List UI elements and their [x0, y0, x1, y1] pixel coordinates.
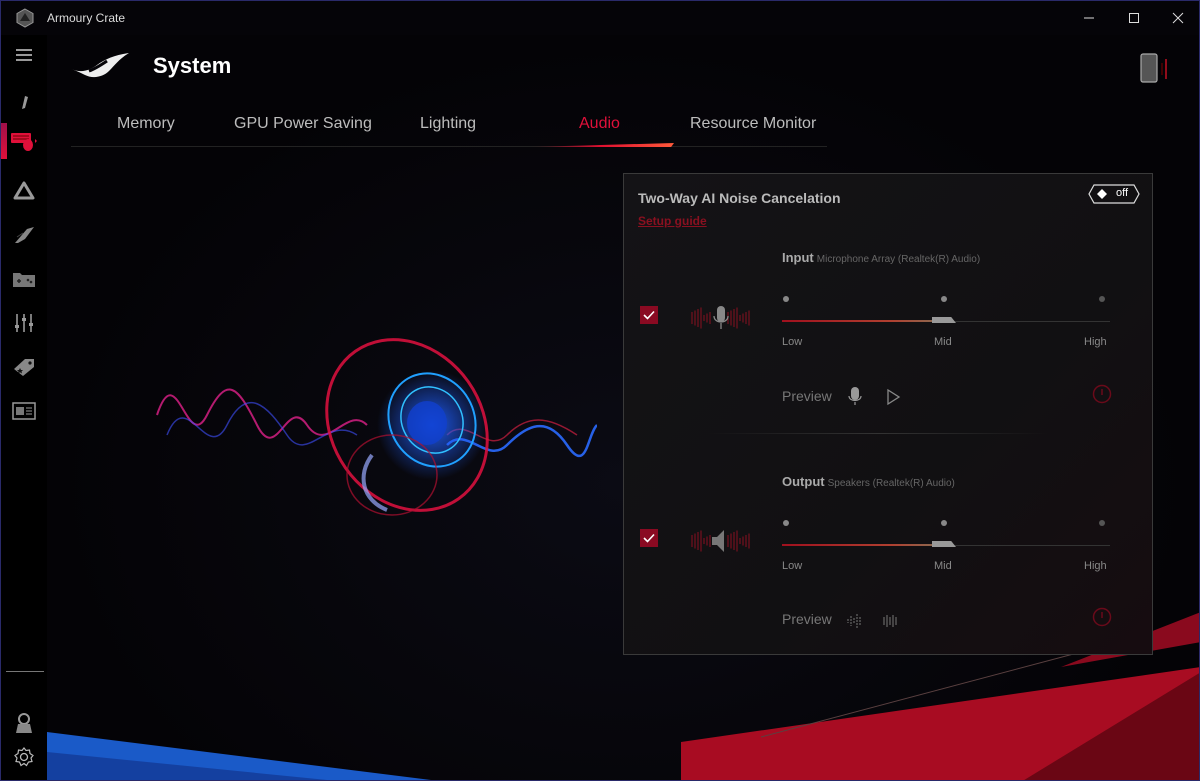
sidebar-menu-button[interactable]	[1, 37, 47, 73]
armoury-crate-window: Armoury Crate System Memory GPU Power Sa…	[0, 0, 1200, 781]
app-title: Armoury Crate	[47, 11, 126, 25]
input-label: Input	[782, 250, 814, 265]
tab-gpu-power-saving[interactable]: GPU Power Saving	[234, 115, 372, 133]
news-icon	[12, 402, 36, 420]
noise-sample-icon[interactable]	[846, 611, 864, 631]
page-title: System	[153, 53, 232, 78]
app-logo-icon	[16, 8, 34, 28]
level-dot-mid	[941, 296, 947, 302]
output-section-label: Output Speakers (Realtek(R) Audio)	[782, 474, 955, 489]
active-tab-indicator	[529, 143, 674, 147]
sliders-icon	[15, 314, 33, 332]
keyboard-icon	[11, 133, 37, 151]
gamepad-folder-icon	[13, 273, 35, 287]
sidebar-item-aura[interactable]	[1, 173, 47, 209]
aura-triangle-icon	[13, 181, 35, 200]
checkmark-icon	[643, 533, 655, 543]
output-level-slider[interactable]: Low Mid High	[782, 520, 1110, 590]
section-divider	[708, 433, 1048, 434]
slider-thumb[interactable]	[932, 541, 956, 547]
info-icon	[22, 90, 28, 109]
level-label-low: Low	[782, 336, 803, 348]
sidebar-item-deals[interactable]	[1, 349, 47, 385]
title-bar: Armoury Crate	[1, 1, 1199, 35]
tag-icon	[14, 359, 34, 376]
slider-fill	[782, 544, 938, 546]
level-dot-low	[783, 520, 789, 526]
user-icon	[16, 713, 32, 733]
sidebar-item-user[interactable]	[1, 705, 47, 741]
input-enable-checkbox[interactable]	[640, 306, 658, 324]
level-label-mid: Mid	[934, 560, 952, 572]
sidebar-item-game-library[interactable]	[1, 261, 47, 297]
tab-audio[interactable]: Audio	[579, 115, 620, 133]
speaker-wave-icon	[691, 530, 750, 552]
sidebar-item-scenario-profiles[interactable]	[1, 305, 47, 341]
level-label-high: High	[1084, 560, 1107, 572]
output-info-icon[interactable]	[1092, 607, 1112, 627]
slider-thumb[interactable]	[932, 317, 956, 323]
close-icon	[1172, 12, 1184, 24]
noise-cancelation-panel: Two-Way AI Noise Cancelation Setup guide…	[623, 173, 1153, 655]
close-button[interactable]	[1156, 1, 1199, 35]
panel-title: Two-Way AI Noise Cancelation	[638, 190, 841, 206]
phone-icon[interactable]	[1139, 53, 1173, 83]
background-blue-shape	[47, 732, 431, 780]
output-label: Output	[782, 474, 825, 489]
input-section-label: Input Microphone Array (Realtek(R) Audio)	[782, 250, 980, 265]
output-preview-label: Preview	[782, 611, 832, 627]
sidebar-item-system[interactable]	[1, 123, 47, 159]
level-dot-high	[1099, 520, 1105, 526]
main-content: System Memory GPU Power Saving Lighting …	[47, 35, 1199, 780]
tab-memory[interactable]: Memory	[117, 115, 175, 133]
hamburger-icon	[16, 49, 32, 61]
level-label-high: High	[1084, 336, 1107, 348]
play-icon[interactable]	[884, 387, 902, 407]
sidebar	[1, 35, 47, 780]
input-info-icon[interactable]	[1092, 384, 1112, 404]
sidebar-item-info[interactable]	[1, 81, 47, 117]
audio-visual-artwork	[156, 338, 597, 516]
tab-resource-monitor[interactable]: Resource Monitor	[690, 115, 816, 133]
sidebar-divider	[6, 671, 44, 672]
level-dot-mid	[941, 520, 947, 526]
minimize-icon	[1084, 17, 1094, 19]
maximize-icon	[1129, 13, 1139, 23]
input-device-name: Microphone Array (Realtek(R) Audio)	[816, 254, 981, 265]
toggle-frame-icon	[1088, 184, 1140, 204]
rog-logo	[71, 53, 129, 78]
record-microphone-icon[interactable]	[846, 386, 864, 406]
sidebar-item-settings[interactable]	[1, 739, 47, 775]
microphone-wave-icon	[691, 306, 750, 329]
gear-icon	[14, 747, 34, 767]
setup-guide-link[interactable]: Setup guide	[638, 214, 707, 228]
output-device-name: Speakers (Realtek(R) Audio)	[827, 478, 955, 489]
level-dot-high	[1099, 296, 1105, 302]
input-preview-label: Preview	[782, 388, 832, 404]
level-label-low: Low	[782, 560, 803, 572]
input-level-slider[interactable]: Low Mid High	[782, 296, 1110, 366]
tab-bar: Memory GPU Power Saving Lighting Audio R…	[71, 105, 827, 147]
output-enable-checkbox[interactable]	[640, 529, 658, 547]
sidebar-item-armoury[interactable]	[1, 217, 47, 253]
level-dot-low	[783, 296, 789, 302]
clean-sample-icon[interactable]	[882, 611, 900, 631]
tab-lighting[interactable]: Lighting	[420, 115, 476, 133]
maximize-button[interactable]	[1112, 1, 1156, 35]
noise-cancelation-toggle[interactable]: off	[1088, 184, 1140, 204]
slider-fill	[782, 320, 938, 322]
sidebar-item-news[interactable]	[1, 393, 47, 429]
level-label-mid: Mid	[934, 336, 952, 348]
toggle-state-label: off	[1116, 187, 1129, 199]
minimize-button[interactable]	[1067, 1, 1111, 35]
checkmark-icon	[643, 310, 655, 320]
rog-slash-icon	[15, 227, 34, 243]
